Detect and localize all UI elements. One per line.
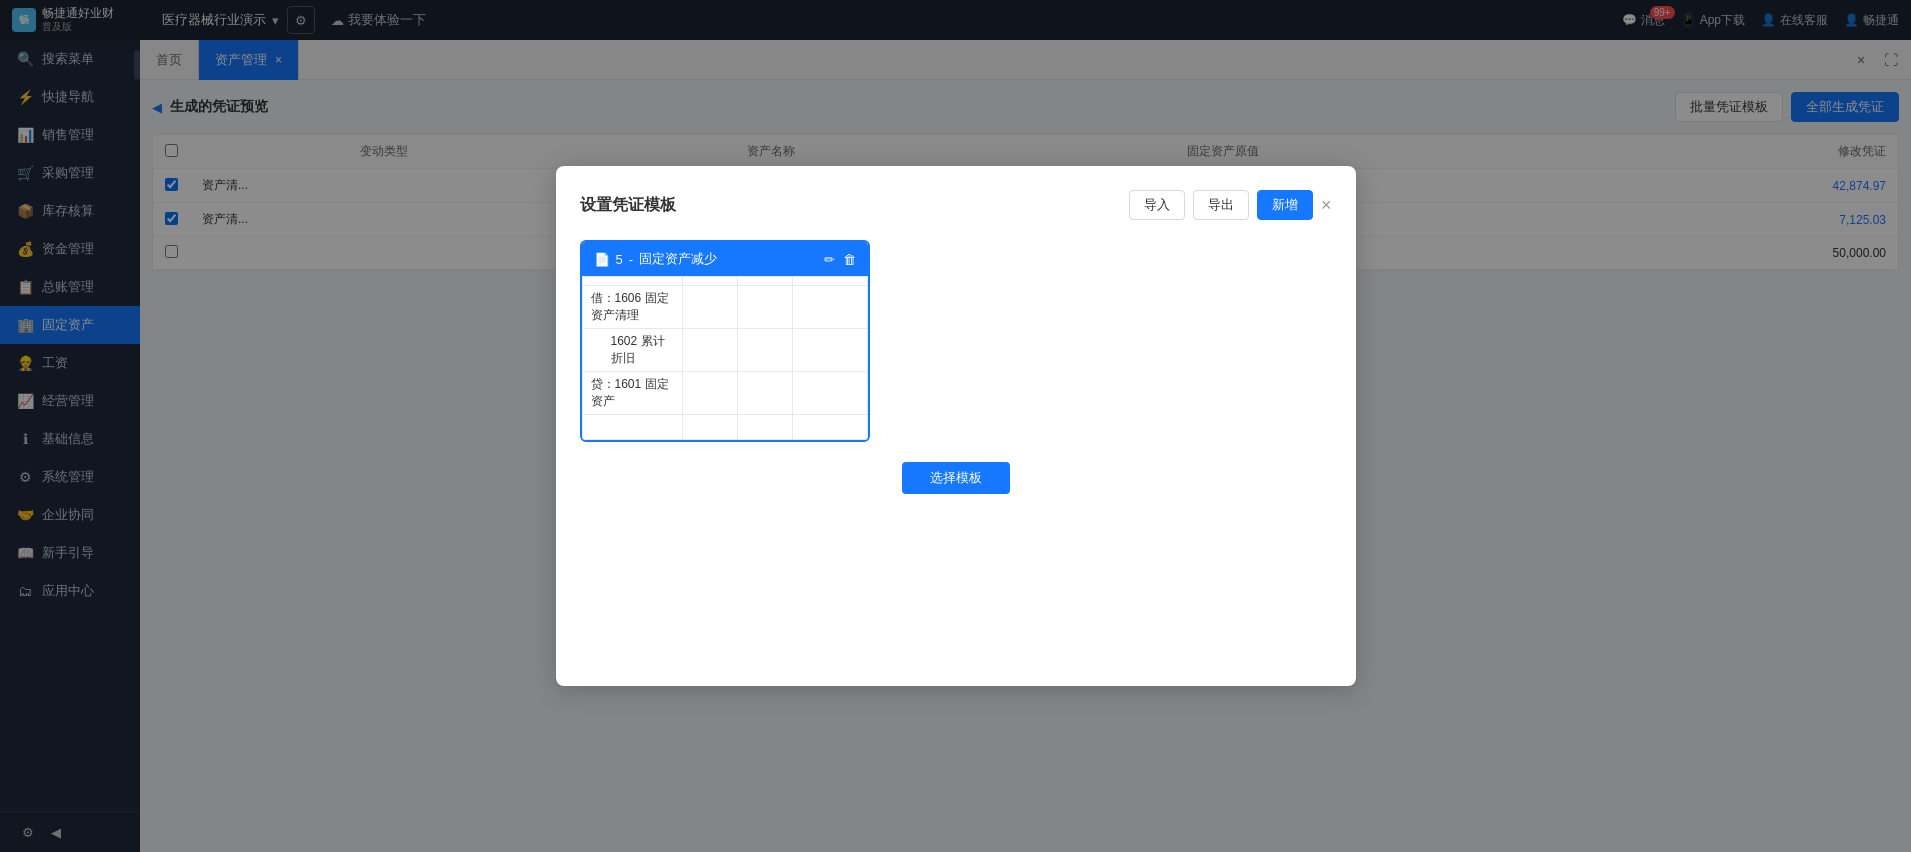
template-card-header: 📄 5 - 固定资产减少 ✏ 🗑 [582, 242, 868, 276]
template-row-empty [583, 415, 867, 439]
template-id: 5 [616, 252, 623, 267]
dialog-header: 设置凭证模板 导入 导出 新增 × [580, 190, 1332, 220]
template-name: 固定资产减少 [639, 250, 717, 268]
template-row-3: 贷：1601 固定资产 [583, 372, 867, 415]
template-header-row [583, 277, 867, 286]
template-doc-icon: 📄 [594, 252, 610, 267]
import-button[interactable]: 导入 [1129, 190, 1185, 220]
export-button[interactable]: 导出 [1193, 190, 1249, 220]
dialog-title: 设置凭证模板 [580, 195, 676, 216]
delete-template-icon[interactable]: 🗑 [843, 252, 856, 267]
template-actions: ✏ 🗑 [824, 252, 856, 267]
template-row-2: 1602 累计折旧 [583, 329, 867, 372]
template-title-area: 📄 5 - 固定资产减少 [594, 250, 718, 268]
dialog-toolbar: 导入 导出 新增 × [1129, 190, 1332, 220]
set-template-dialog: 设置凭证模板 导入 导出 新增 × 📄 5 - 固定资产减少 ✏ 🗑 [556, 166, 1356, 686]
template-body: 借：1606 固定资产清理 1602 累计折旧 贷：1601 固定资产 [582, 276, 868, 440]
dialog-close-button[interactable]: × [1321, 196, 1332, 214]
template-row-1: 借：1606 固定资产清理 [583, 286, 867, 329]
modal-overlay: 设置凭证模板 导入 导出 新增 × 📄 5 - 固定资产减少 ✏ 🗑 [0, 0, 1911, 852]
new-template-button[interactable]: 新增 [1257, 190, 1313, 220]
edit-template-icon[interactable]: ✏ [824, 252, 835, 267]
template-separator: - [629, 252, 633, 267]
template-card: 📄 5 - 固定资产减少 ✏ 🗑 [580, 240, 870, 442]
select-template-button[interactable]: 选择模板 [902, 462, 1010, 494]
